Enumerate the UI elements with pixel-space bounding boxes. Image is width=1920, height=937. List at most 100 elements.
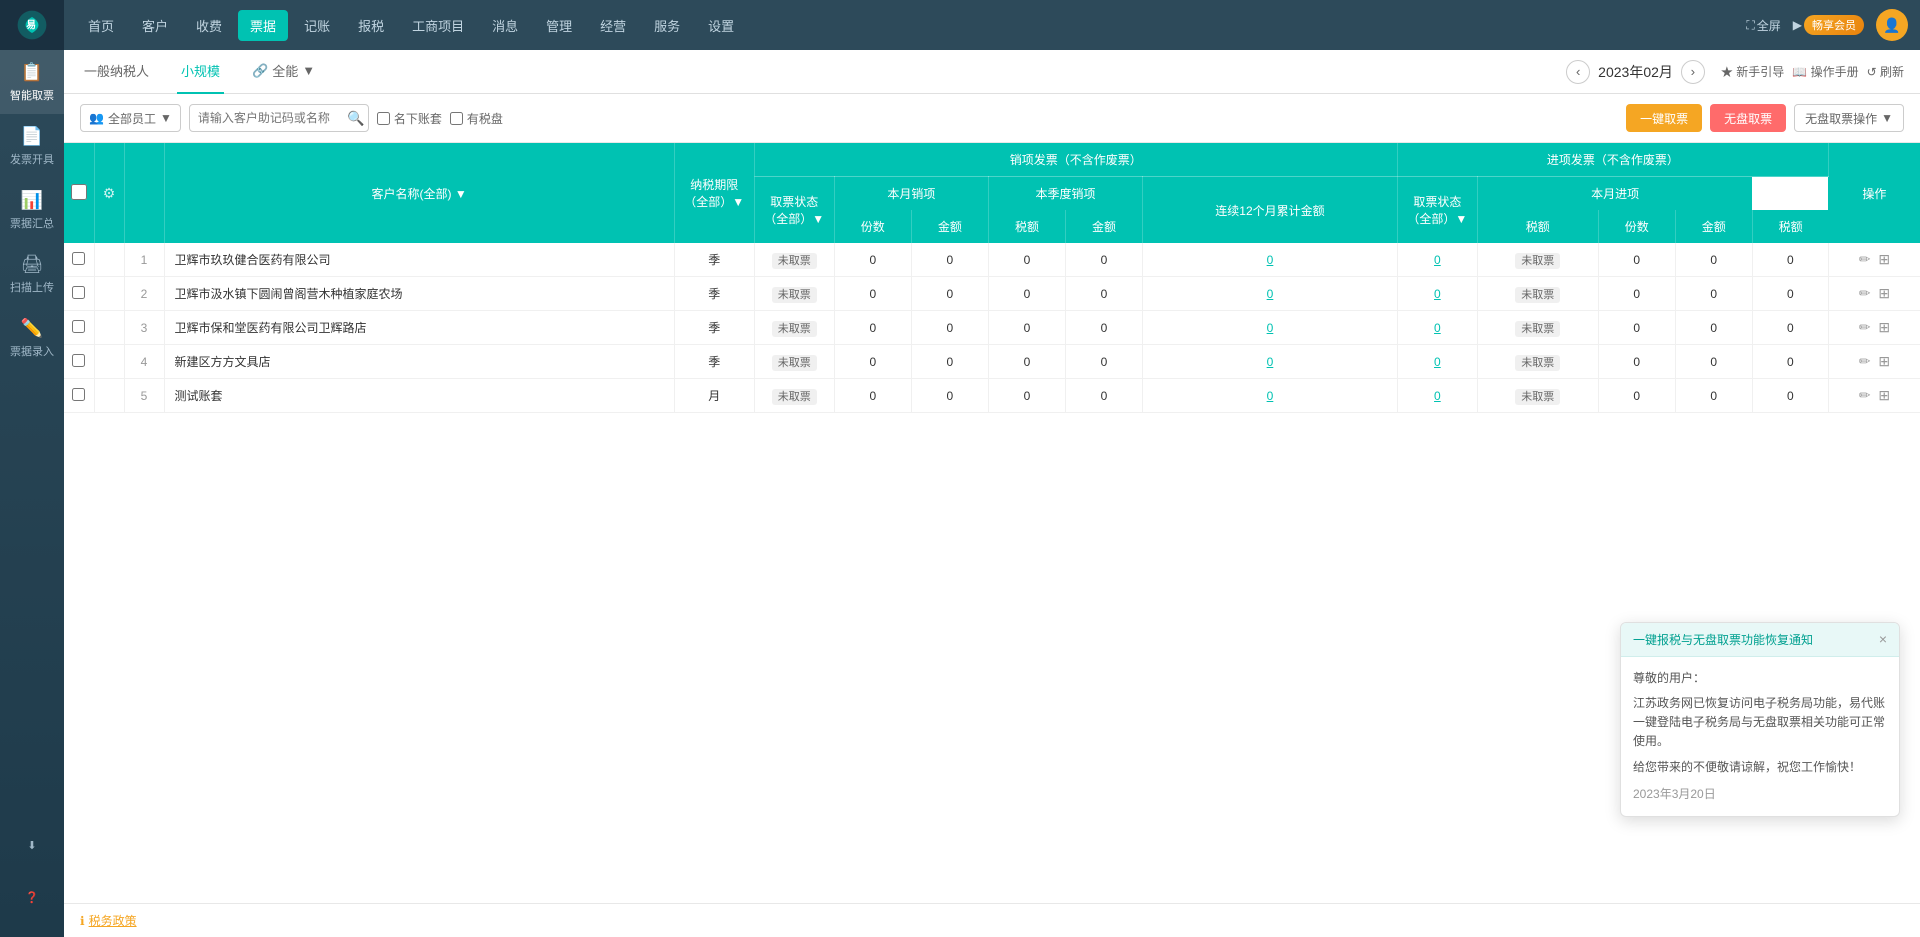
nav-service[interactable]: 服务 xyxy=(642,10,692,41)
nav-home[interactable]: 首页 xyxy=(76,10,126,41)
th-sale-fetch-status[interactable]: 取票状态（全部）▼ xyxy=(754,177,834,244)
refresh-link[interactable]: ↺ 刷新 xyxy=(1867,63,1904,80)
td-quarter-sale-amount-0: 0 xyxy=(1065,243,1142,277)
td-quarter-sale-amount-1: 0 xyxy=(1065,277,1142,311)
td-quarter-sale-tax-4: 0 xyxy=(1143,379,1398,413)
new-guide-link[interactable]: ★ 新手引导 xyxy=(1721,63,1784,80)
row-checkbox-3[interactable] xyxy=(72,354,85,367)
sidebar-item-entry[interactable]: ✏️ 票据录入 xyxy=(0,306,64,370)
sidebar-item-smart-fetch[interactable]: 📋 智能取票 xyxy=(0,50,64,114)
more-btn-2[interactable]: ⊞ xyxy=(1878,319,1890,336)
more-btn-0[interactable]: ⊞ xyxy=(1878,251,1890,268)
td-tax-period-4: 月 xyxy=(674,379,754,413)
td-name-1: 卫辉市汲水镇下圆闹曾阁营木种植家庭农场 xyxy=(164,277,674,311)
nav-manage[interactable]: 管理 xyxy=(534,10,584,41)
edit-btn-1[interactable]: ✏ xyxy=(1859,285,1871,302)
th-month-purchase: 本月进项 xyxy=(1477,177,1752,211)
fullscreen-btn[interactable]: ⛶ 全屏 xyxy=(1746,17,1780,34)
nav-settings[interactable]: 设置 xyxy=(696,10,746,41)
td-name-3: 新建区方方文具店 xyxy=(164,345,674,379)
td-index-2: 3 xyxy=(124,311,164,345)
td-action-1: ✏ ⊞ xyxy=(1828,277,1920,311)
row-checkbox-2[interactable] xyxy=(72,320,85,333)
sidebar-download[interactable]: ⬇ xyxy=(0,821,64,869)
td-month-purchase-count-3: 0 xyxy=(1598,345,1675,379)
vip-btn[interactable]: ▶ 畅享会员 xyxy=(1793,15,1864,35)
no-disk-ops-btn[interactable]: 无盘取票操作 ▼ xyxy=(1794,104,1904,132)
has-disk-label[interactable]: 有税盘 xyxy=(450,110,503,127)
td-row-empty xyxy=(94,277,124,311)
sidebar-item-issue[interactable]: 📄 发票开具 xyxy=(0,114,64,178)
th-checkbox xyxy=(64,143,94,243)
td-month-purchase-tax-1: 0 xyxy=(1752,277,1828,311)
employee-select[interactable]: 👥 全部员工 ▼ xyxy=(80,104,181,132)
td-month-purchase-count-4: 0 xyxy=(1598,379,1675,413)
td-month-purchase-tax-4: 0 xyxy=(1752,379,1828,413)
td-month-purchase-count-1: 0 xyxy=(1598,277,1675,311)
td-month-purchase-tax-2: 0 xyxy=(1752,311,1828,345)
refresh-icon: ↺ xyxy=(1867,65,1877,79)
more-btn-3[interactable]: ⊞ xyxy=(1878,353,1890,370)
nav-customer[interactable]: 客户 xyxy=(130,10,180,41)
notification-close-btn[interactable]: × xyxy=(1879,631,1887,647)
tax-policy-link[interactable]: 税务政策 xyxy=(89,912,137,929)
th-tax-period[interactable]: 纳税期限（全部）▼ xyxy=(674,143,754,243)
td-cumulative-4: 0 xyxy=(1397,379,1477,413)
select-all-checkbox[interactable] xyxy=(71,184,87,200)
table-row: 2 卫辉市汲水镇下圆闹曾阁营木种植家庭农场 季 未取票 0 0 0 0 0 0 … xyxy=(64,277,1920,311)
my-accounts-label[interactable]: 名下账套 xyxy=(377,110,442,127)
td-action-3: ✏ ⊞ xyxy=(1828,345,1920,379)
edit-btn-4[interactable]: ✏ xyxy=(1859,387,1871,404)
more-btn-1[interactable]: ⊞ xyxy=(1878,285,1890,302)
th-purchase-fetch-status[interactable]: 取票状态（全部）▼ xyxy=(1397,177,1477,244)
sidebar-help[interactable]: ❓ xyxy=(0,873,64,921)
td-tax-period-3: 季 xyxy=(674,345,754,379)
nav-accounting[interactable]: 记账 xyxy=(292,10,342,41)
settings-icon[interactable]: ⚙ xyxy=(103,185,116,201)
sub-tabs-actions: ★ 新手引导 📖 操作手册 ↺ 刷新 xyxy=(1721,63,1904,80)
nav-tax[interactable]: 报税 xyxy=(346,10,396,41)
has-disk-checkbox[interactable] xyxy=(450,112,463,125)
th-customer-name[interactable]: 客户名称(全部) ▼ xyxy=(164,143,674,243)
nav-operation[interactable]: 经营 xyxy=(588,10,638,41)
td-month-sale-count-0: 0 xyxy=(834,243,911,277)
search-input[interactable] xyxy=(189,104,369,132)
nav-business[interactable]: 工商项目 xyxy=(400,10,476,41)
row-checkbox-0[interactable] xyxy=(72,252,85,265)
toolbar-right: 一键取票 无盘取票 无盘取票操作 ▼ xyxy=(1626,104,1904,132)
more-btn-4[interactable]: ⊞ xyxy=(1878,387,1890,404)
row-checkbox-4[interactable] xyxy=(72,388,85,401)
one-click-fetch-btn[interactable]: 一键取票 xyxy=(1626,104,1702,132)
th-quarter-sale: 本季度销项 xyxy=(988,177,1142,211)
sidebar-item-scan[interactable]: 🖨 扫描上传 xyxy=(0,242,64,306)
td-month-purchase-amount-3: 0 xyxy=(1675,345,1752,379)
td-purchase-fetch-0: 未取票 xyxy=(1477,243,1598,277)
row-checkbox-1[interactable] xyxy=(72,286,85,299)
topnav-right: ⛶ 全屏 ▶ 畅享会员 👤 xyxy=(1746,9,1908,41)
handbook-link[interactable]: 📖 操作手册 xyxy=(1792,63,1858,80)
td-month-sale-amount-3: 0 xyxy=(911,345,988,379)
td-action-4: ✏ ⊞ xyxy=(1828,379,1920,413)
th-quarter-sale-tax: 税额 xyxy=(1477,210,1598,243)
edit-btn-0[interactable]: ✏ xyxy=(1859,251,1871,268)
edit-btn-3[interactable]: ✏ xyxy=(1859,353,1871,370)
vip-badge[interactable]: 畅享会员 xyxy=(1804,15,1864,35)
th-month-sale-tax: 税额 xyxy=(988,210,1065,243)
search-btn[interactable]: 🔍 xyxy=(347,110,364,127)
nav-billing[interactable]: 收费 xyxy=(184,10,234,41)
tab-all[interactable]: 🔗 全能 ▼ xyxy=(248,50,319,94)
my-accounts-checkbox[interactable] xyxy=(377,112,390,125)
edit-btn-2[interactable]: ✏ xyxy=(1859,319,1871,336)
next-month-btn[interactable]: › xyxy=(1681,60,1705,84)
user-avatar[interactable]: 👤 xyxy=(1876,9,1908,41)
nav-invoice[interactable]: 票据 xyxy=(238,10,288,41)
tab-general[interactable]: 一般纳税人 xyxy=(80,50,153,94)
tab-small[interactable]: 小规模 xyxy=(177,50,224,94)
td-quarter-sale-tax-2: 0 xyxy=(1143,311,1398,345)
nav-message[interactable]: 消息 xyxy=(480,10,530,41)
sidebar-item-summary[interactable]: 📊 票据汇总 xyxy=(0,178,64,242)
prev-month-btn[interactable]: ‹ xyxy=(1566,60,1590,84)
th-index xyxy=(124,143,164,243)
no-disk-fetch-btn[interactable]: 无盘取票 xyxy=(1710,104,1786,132)
notification-body: 尊敬的用户： 江苏政务网已恢复访问电子税务局功能，易代账一键登陆电子税务局与无盘… xyxy=(1621,657,1899,816)
